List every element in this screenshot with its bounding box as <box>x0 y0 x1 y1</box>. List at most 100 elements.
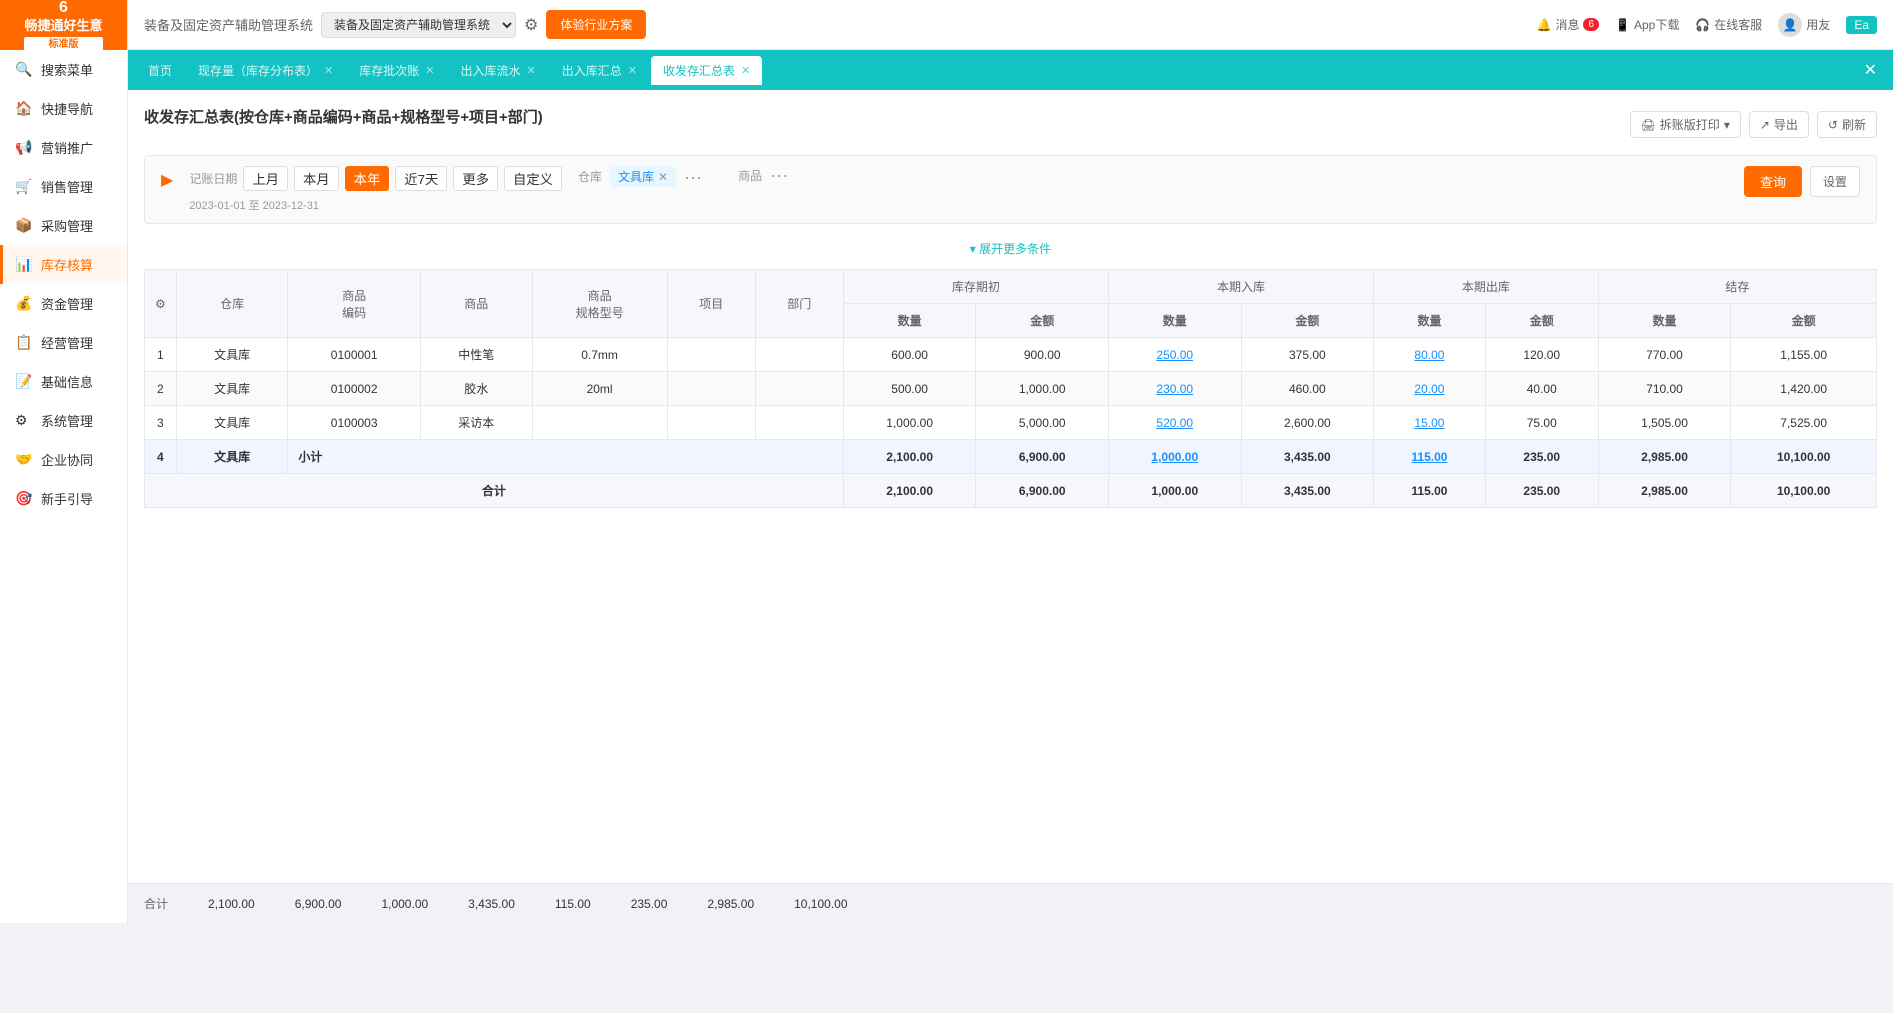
sidebar-item-sales[interactable]: 🛒销售管理 <box>0 167 127 206</box>
finance-icon: 💰 <box>15 295 33 312</box>
row-opening-qty-0: 600.00 <box>843 338 976 372</box>
page-footer: 合计 2,100.00 6,900.00 1,000.00 3,435.00 1… <box>128 883 1893 923</box>
dept-col-header: 部门 <box>755 270 843 338</box>
tab-2[interactable]: 库存批次账✕ <box>347 56 446 85</box>
sidebar-item-inventory[interactable]: 📊库存核算 <box>0 245 127 284</box>
app-download-item[interactable]: 📱 App下载 <box>1615 16 1679 33</box>
notification-badge: 6 <box>1583 18 1599 31</box>
tab-close-1[interactable]: ✕ <box>324 64 333 77</box>
row-dept-0 <box>755 338 843 372</box>
sidebar-item-system[interactable]: ⚙系统管理 <box>0 401 127 440</box>
sidebar-item-basicinfo[interactable]: 📝基础信息 <box>0 362 127 401</box>
row-outbound-qty-1[interactable]: 20.00 <box>1374 372 1486 406</box>
sidebar-item-finance[interactable]: 💰资金管理 <box>0 284 127 323</box>
sidebar-item-search[interactable]: 🔍搜索菜单 <box>0 50 127 89</box>
row-project-0 <box>667 338 755 372</box>
expand-icon: ▾ <box>970 242 976 256</box>
tab-0[interactable]: 首页 <box>136 56 184 85</box>
row-spec-0: 0.7mm <box>532 338 667 372</box>
row-opening-qty-1: 500.00 <box>843 372 976 406</box>
row-name-2: 采访本 <box>420 406 532 440</box>
date-btn-7days[interactable]: 近7天 <box>395 166 447 191</box>
refresh-icon: ↺ <box>1828 118 1838 132</box>
row-project-2 <box>667 406 755 440</box>
date-btn-this-year[interactable]: 本年 <box>345 166 390 191</box>
row-inbound-qty-2[interactable]: 520.00 <box>1108 406 1241 440</box>
subtotal-opening-qty: 2,100.00 <box>843 440 976 474</box>
tab-label-0: 首页 <box>148 62 172 79</box>
sidebar-item-cooperation[interactable]: 🤝企业协同 <box>0 440 127 479</box>
tab-label-4: 出入库汇总 <box>562 62 622 79</box>
tabbar-close-icon[interactable]: ✕ <box>1856 56 1885 84</box>
user-item[interactable]: 👤 用友 <box>1778 13 1830 37</box>
sidebar-item-quicknav[interactable]: 🏠快捷导航 <box>0 89 127 128</box>
tab-close-2[interactable]: ✕ <box>425 64 434 77</box>
app-download-label: App下载 <box>1634 16 1679 33</box>
query-btn[interactable]: 查询 <box>1744 166 1802 197</box>
sidebar-label-basicinfo: 基础信息 <box>41 372 93 391</box>
date-btn-more[interactable]: 更多 <box>453 166 498 191</box>
tab-close-3[interactable]: ✕ <box>527 64 536 77</box>
sidebar-label-quicknav: 快捷导航 <box>41 99 93 118</box>
notification-item[interactable]: 🔔 消息 6 <box>1536 16 1599 33</box>
table-row: 2 文具库 0100002 胶水 20ml 500.00 1,000.00 23… <box>145 372 1877 406</box>
system-dropdown[interactable]: 装备及固定资产辅助管理系统 <box>321 12 516 38</box>
date-btn-last-month[interactable]: 上月 <box>243 166 288 191</box>
row-outbound-amt-2: 75.00 <box>1485 406 1598 440</box>
row-closing-qty-2: 1,505.00 <box>1598 406 1731 440</box>
tab-4[interactable]: 出入库汇总 ✕ <box>550 56 649 85</box>
settings-icon[interactable]: ⚙ <box>524 15 538 35</box>
tab-3[interactable]: 出入库流水✕ <box>448 56 547 85</box>
sales-icon: 🛒 <box>15 178 33 195</box>
opening-amt-header: 金额 <box>976 304 1109 338</box>
date-range: 2023-01-01 至 2023-12-31 <box>189 197 562 213</box>
row-warehouse-2: 文具库 <box>176 406 288 440</box>
tab-1[interactable]: 现存量（库存分布表）✕ <box>186 56 345 85</box>
sidebar-item-business[interactable]: 📋经营管理 <box>0 323 127 362</box>
date-btn-custom[interactable]: 自定义 <box>504 166 562 191</box>
row-inbound-qty-1[interactable]: 230.00 <box>1108 372 1241 406</box>
date-buttons: 记账日期 上月 本月 本年 近7天 更多 自定义 <box>189 166 562 191</box>
warehouse-more[interactable]: ··· <box>684 168 702 186</box>
table-settings-header[interactable]: ⚙ <box>145 270 177 338</box>
closing-amt-header: 金额 <box>1731 304 1877 338</box>
online-support-item[interactable]: 🎧 在线客服 <box>1695 16 1762 33</box>
row-index-1: 2 <box>145 372 177 406</box>
footer-outbound-qty: 115.00 <box>1374 474 1486 508</box>
footer-total-opening-qty: 2,100.00 <box>208 897 255 911</box>
refresh-btn[interactable]: ↺ 刷新 <box>1817 111 1877 138</box>
row-outbound-qty-2[interactable]: 15.00 <box>1374 406 1486 440</box>
experience-btn[interactable]: 体验行业方案 <box>546 10 646 39</box>
sidebar-item-marketing[interactable]: 📢 营销推广 <box>0 128 127 167</box>
row-inbound-qty-0[interactable]: 250.00 <box>1108 338 1241 372</box>
date-btn-this-month[interactable]: 本月 <box>294 166 339 191</box>
sidebar-label-newuser: 新手引导 <box>41 489 93 508</box>
subtotal-outbound-amt: 235.00 <box>1485 440 1598 474</box>
sidebar-item-newuser[interactable]: 🎯新手引导 <box>0 479 127 518</box>
print-btn[interactable]: 🖨 拆账版打印 ▾ <box>1630 111 1741 138</box>
row-outbound-qty-0[interactable]: 80.00 <box>1374 338 1486 372</box>
filter-toggle-icon[interactable]: ▶ <box>161 170 173 190</box>
filter-settings-btn[interactable]: 设置 <box>1810 166 1860 197</box>
sidebar-label-business: 经营管理 <box>41 333 93 352</box>
tab-5[interactable]: 收发存汇总表✕ <box>651 56 762 85</box>
subtotal-outbound-qty[interactable]: 115.00 <box>1374 440 1486 474</box>
row-spec-2 <box>532 406 667 440</box>
outbound-qty-header: 数量 <box>1374 304 1486 338</box>
app-name: 畅捷通好生意 <box>24 18 102 35</box>
goods-more[interactable]: ··· <box>770 166 788 184</box>
footer-label: 合计 <box>145 474 844 508</box>
expand-conditions[interactable]: ▾ 展开更多条件 <box>144 236 1877 261</box>
system-title: 装备及固定资产辅助管理系统 <box>144 15 313 34</box>
project-col-header: 项目 <box>667 270 755 338</box>
tab-close-4[interactable]: ✕ <box>628 64 637 77</box>
sidebar-item-purchase[interactable]: 📦采购管理 <box>0 206 127 245</box>
row-name-0: 中性笔 <box>420 338 532 372</box>
marketing-icon: 📢 <box>15 139 33 156</box>
warehouse-remove-icon[interactable]: ✕ <box>658 170 668 184</box>
footer-outbound-amt: 235.00 <box>1485 474 1598 508</box>
subtotal-inbound-qty[interactable]: 1,000.00 <box>1108 440 1241 474</box>
tab-close-5[interactable]: ✕ <box>741 64 750 77</box>
export-btn[interactable]: ↗ 导出 <box>1749 111 1809 138</box>
sidebar-label-marketing: 营销推广 <box>41 138 93 157</box>
